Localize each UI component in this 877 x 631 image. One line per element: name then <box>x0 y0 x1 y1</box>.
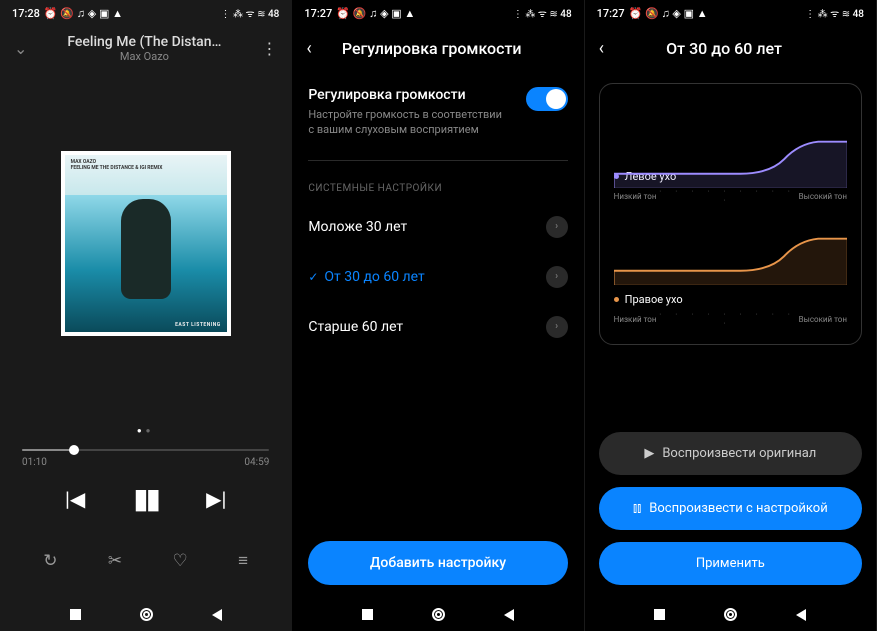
play-adjusted-button[interactable]: ⫾⫾ Воспроизвести с настройкой <box>599 487 862 530</box>
age-option-under-30[interactable]: Моложе 30 лет › <box>308 202 567 252</box>
left-ear-curve <box>614 130 847 190</box>
low-tone-label: Низкий тон <box>614 315 657 324</box>
nav-bar <box>585 598 876 631</box>
music-player-screen: 17:28 ⏰ 🔕 ♫ ◈ ▣ ▲ ⋮ ⁂ ᯤ ≋ 48 ⌄ Feeling M… <box>0 0 292 631</box>
list-item-label: Старше 60 лет <box>308 319 403 335</box>
toggle-label: Регулировка громкости <box>308 87 508 103</box>
page-indicator: ●● <box>0 426 291 435</box>
high-tone-label: Высокий тон <box>799 192 847 201</box>
status-icons-left: ⏰ 🔕 ♫ ◈ ▣ ▲ <box>44 7 123 20</box>
status-bar: 17:28 ⏰ 🔕 ♫ ◈ ▣ ▲ ⋮ ⁂ ᯤ ≋ 48 <box>0 0 291 26</box>
nav-back-button[interactable] <box>504 609 514 621</box>
nav-back-button[interactable] <box>796 609 806 621</box>
status-time: 17:27 <box>304 7 332 20</box>
equalizer-icon: ⫾⫾ <box>633 501 641 516</box>
favorite-icon[interactable]: ♡ <box>173 551 188 571</box>
play-icon: ▶ <box>644 446 654 461</box>
chevron-right-icon: › <box>546 216 568 238</box>
chevron-right-icon: › <box>546 316 568 338</box>
age-option-over-60[interactable]: Старше 60 лет › <box>308 302 567 352</box>
status-icons-right: ⋮ ⁂ ᯤ ≋ 48 <box>221 6 280 20</box>
list-item-label: Моложе 30 лет <box>308 219 407 235</box>
repeat-icon[interactable]: ↻ <box>43 551 57 571</box>
age-option-30-60[interactable]: ✓ От 30 до 60 лет › <box>308 252 567 302</box>
nav-back-button[interactable] <box>212 609 222 621</box>
player-header: ⌄ Feeling Me (The Distan… Max Oazo ⋮ <box>0 26 291 71</box>
right-ear-curve <box>614 227 847 287</box>
section-title: СИСТЕМНЫЕ НАСТРОЙКИ <box>308 183 567 194</box>
nav-recent-button[interactable] <box>362 609 373 620</box>
nav-home-button[interactable] <box>432 608 445 621</box>
add-setting-button[interactable]: Добавить настройку <box>308 541 567 585</box>
song-artist: Max Oazo <box>27 50 261 63</box>
status-bar: 17:27 ⏰ 🔕 ♫ ◈ ▣ ▲ ⋮ ⁂ ᯤ ≋ 48 <box>292 0 583 26</box>
secondary-controls: ↻ ✂ ♡ ≡ <box>0 551 291 571</box>
album-art[interactable]: MAX OAZO FEELING ME THE DISTANCE & IGI R… <box>61 151 231 336</box>
next-track-button[interactable]: ▶| <box>206 487 226 511</box>
song-title: Feeling Me (The Distan… <box>27 34 261 50</box>
time-total: 04:59 <box>244 457 269 468</box>
collapse-icon[interactable]: ⌄ <box>14 39 27 58</box>
volume-adjust-toggle-row: Регулировка громкости Настройте громкост… <box>308 77 567 154</box>
divider <box>308 160 567 161</box>
status-icons-right: ⋮ ⁂ ᯤ ≋ 48 <box>513 6 572 20</box>
volume-adjust-toggle[interactable] <box>526 87 568 111</box>
hearing-curve-screen: 17:27 ⏰ 🔕 ♫ ◈ ▣ ▲ ⋮ ⁂ ᯤ ≋ 48 ‹ От 30 до … <box>585 0 877 631</box>
right-ear-text: Правое ухо <box>625 293 683 306</box>
right-ear-label: Правое ухо <box>614 293 847 306</box>
play-original-button[interactable]: ▶ Воспроизвести оригинал <box>599 432 862 475</box>
status-time: 17:27 <box>597 7 625 20</box>
right-tone-axis: Низкий тон · · · · · · · · · · Высокий т… <box>614 310 847 328</box>
nav-recent-button[interactable] <box>654 609 665 620</box>
time-elapsed: 01:10 <box>22 457 47 468</box>
right-ear-dot-icon <box>614 297 619 302</box>
list-item-label: От 30 до 60 лет <box>324 269 424 285</box>
progress-thumb[interactable] <box>69 445 79 455</box>
check-icon: ✓ <box>308 270 318 284</box>
play-adjusted-label: Воспроизвести с настройкой <box>649 501 827 516</box>
album-footer-label: EAST LISTENING <box>175 322 221 328</box>
screen-header: ‹ От 30 до 60 лет <box>585 26 876 77</box>
more-menu-icon[interactable]: ⋮ <box>261 39 277 58</box>
album-label-title: FEELING ME THE DISTANCE & IGI REMIX <box>71 165 163 171</box>
pause-button[interactable]: ▮▮ <box>133 482 158 515</box>
main-controls: |◀ ▮▮ ▶| <box>0 482 291 515</box>
status-icons-left: ⏰ 🔕 ♫ ◈ ▣ ▲ <box>629 7 708 20</box>
previous-track-button[interactable]: |◀ <box>65 487 85 511</box>
status-time: 17:28 <box>12 7 40 20</box>
screen-title: От 30 до 60 лет <box>604 39 844 58</box>
nav-bar <box>292 598 583 631</box>
hearing-chart-card: Левое ухо Низкий тон · · · · · · · · · ·… <box>599 83 862 345</box>
low-tone-label: Низкий тон <box>614 192 657 201</box>
nav-home-button[interactable] <box>724 608 737 621</box>
status-icons-left: ⏰ 🔕 ♫ ◈ ▣ ▲ <box>336 7 415 20</box>
apply-button[interactable]: Применить <box>599 542 862 585</box>
high-tone-label: Высокий тон <box>799 315 847 324</box>
nav-home-button[interactable] <box>140 608 153 621</box>
apply-label: Применить <box>696 556 765 571</box>
screen-title: Регулировка громкости <box>312 39 552 58</box>
chevron-right-icon: › <box>546 266 568 288</box>
playlist-icon[interactable]: ≡ <box>238 551 248 571</box>
play-original-label: Воспроизвести оригинал <box>662 446 816 461</box>
toggle-subtitle: Настройте громкость в соответствии с ваш… <box>308 107 508 138</box>
screen-header: ‹ Регулировка громкости <box>292 26 583 77</box>
volume-settings-screen: 17:27 ⏰ 🔕 ♫ ◈ ▣ ▲ ⋮ ⁂ ᯤ ≋ 48 ‹ Регулиров… <box>292 0 584 631</box>
cut-icon[interactable]: ✂ <box>108 551 122 571</box>
status-bar: 17:27 ⏰ 🔕 ♫ ◈ ▣ ▲ ⋮ ⁂ ᯤ ≋ 48 <box>585 0 876 26</box>
album-art-container: MAX OAZO FEELING ME THE DISTANCE & IGI R… <box>0 151 291 336</box>
progress-bar[interactable]: 01:10 04:59 <box>0 449 291 468</box>
tone-dots: · · · · · · · · · · <box>656 310 798 328</box>
nav-recent-button[interactable] <box>70 609 81 620</box>
status-icons-right: ⋮ ⁂ ᯤ ≋ 48 <box>805 6 864 20</box>
nav-bar <box>0 598 291 631</box>
